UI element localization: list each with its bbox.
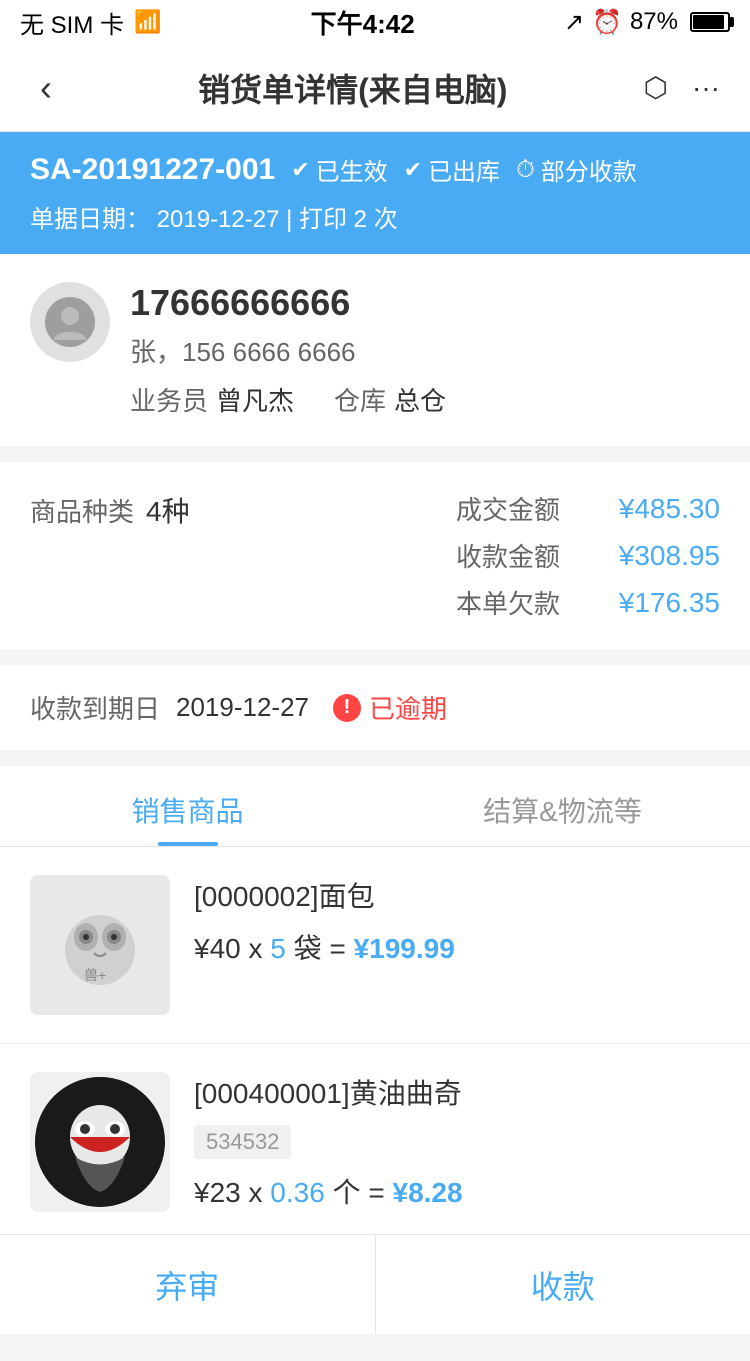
back-button[interactable]: ‹ [30,57,62,119]
product-tag-2: 534532 [194,1125,291,1159]
product-thumb-2 [30,1072,170,1212]
product-qty-1: 5 [270,933,286,964]
overdue-text: 已逾期 [369,689,447,726]
customer-section: 17666666666 张，156 6666 6666 业务员 曾凡杰 仓库 总… [0,254,750,446]
customer-meta: 业务员 曾凡杰 仓库 总仓 [130,381,720,418]
status-bar-time: 下午4:42 [311,4,415,41]
status-bar-left: 无 SIM 卡 📶 [20,5,161,40]
check-icon-2: ✔ [404,157,422,183]
receipt-row: 收款金额 ¥308.95 [456,537,720,574]
owe-row: 本单欠款 ¥176.35 [456,584,720,621]
status-shipped: ✔ 已出库 [404,152,500,187]
tabs-row: 销售商品 结算&物流等 [0,766,750,847]
tab-settlement-logistics[interactable]: 结算&物流等 [375,766,750,846]
nav-actions: ⬡ ··· [644,71,720,104]
salesman-label: 业务员 [130,381,208,418]
product-price-2: ¥23 x 0.36 个 = ¥8.28 [194,1171,720,1211]
status-partial-payment: ⏱ 部分收款 [516,152,637,187]
product-placeholder-1: 兽+ [30,875,170,1015]
product-name-2: [000400001]黄油曲奇 [194,1072,720,1112]
cancel-button[interactable]: 弃审 [0,1235,376,1334]
due-section: 收款到期日 2019-12-27 ! 已逾期 [0,665,750,750]
svg-text:兽+: 兽+ [84,967,106,983]
tabs-section: 销售商品 结算&物流等 [0,766,750,847]
wifi-icon: 📶 [134,9,161,35]
product-item-1: 兽+ [0000002]面包 ¥40 x 5 袋 = ¥199.99 [0,847,750,1044]
customer-info: 17666666666 张，156 6666 6666 业务员 曾凡杰 仓库 总… [130,282,720,418]
owe-amount: ¥176.35 [580,587,720,619]
product-total-2: ¥8.28 [393,1177,463,1208]
summary-right: 成交金额 ¥485.30 收款金额 ¥308.95 本单欠款 ¥176.35 [456,490,720,621]
receipt-amount: ¥308.95 [580,540,720,572]
summary-left: 商品种类 4种 [30,490,190,530]
product-total-1: ¥199.99 [354,933,455,964]
overdue-badge: ! 已逾期 [333,689,447,726]
location-icon: ↗ [564,8,584,37]
bottom-bar: 弃审 收款 [0,1234,750,1334]
product-price-1: ¥40 x 5 袋 = ¥199.99 [194,927,720,967]
salesman-value: 曾凡杰 [216,381,294,418]
more-icon[interactable]: ··· [692,72,720,104]
battery-icon [690,12,730,32]
type-label: 商品种类 [30,492,134,529]
type-count: 4种 [146,490,190,530]
receipt-label: 收款金额 [456,537,560,574]
status-effective: ✔ 已生效 [291,152,387,187]
battery-text: 87% [630,8,678,36]
summary-section: 商品种类 4种 成交金额 ¥485.30 收款金额 ¥308.95 本单欠款 ¥… [0,462,750,649]
order-header-top: SA-20191227-001 ✔ 已生效 ✔ 已出库 ⏱ 部分收款 [30,152,720,187]
alarm-icon: ⏰ [592,8,622,37]
warehouse-label: 仓库 [334,381,386,418]
product-thumb-1: 兽+ [30,875,170,1015]
order-id: SA-20191227-001 [30,153,275,187]
confirm-button[interactable]: 收款 [376,1235,750,1334]
product-name-1: [0000002]面包 [194,875,720,915]
warehouse-info: 仓库 总仓 [334,381,446,418]
product-item-2: [000400001]黄油曲奇 534532 ¥23 x 0.36 个 = ¥8… [0,1044,750,1241]
status-bar: 无 SIM 卡 📶 下午4:42 ↗ ⏰ 87% [0,0,750,44]
product-qty-2: 0.36 [270,1177,325,1208]
overdue-icon: ! [333,694,361,722]
salesman-info: 业务员 曾凡杰 [130,381,294,418]
product-list: 兽+ [0000002]面包 ¥40 x 5 袋 = ¥199.99 [0,847,750,1241]
deal-label: 成交金额 [456,490,560,527]
deal-amount: ¥485.30 [580,493,720,525]
clock-icon: ⏱ [516,156,535,184]
deal-row: 成交金额 ¥485.30 [456,490,720,527]
owe-label: 本单欠款 [456,584,560,621]
nav-bar: ‹ 销货单详情(来自电脑) ⬡ ··· [0,44,750,132]
product-details-1: [0000002]面包 ¥40 x 5 袋 = ¥199.99 [194,875,720,1015]
check-icon-1: ✔ [291,157,309,183]
order-date: 单据日期： 2019-12-27 | 打印 2 次 [30,199,720,234]
order-header: SA-20191227-001 ✔ 已生效 ✔ 已出库 ⏱ 部分收款 单据日期：… [0,132,750,254]
share-icon[interactable]: ⬡ [644,71,668,104]
avatar-icon [45,297,95,347]
warehouse-value: 总仓 [394,381,446,418]
status-bar-right: ↗ ⏰ 87% [564,8,730,37]
customer-id: 17666666666 [130,282,720,324]
product-type-row: 商品种类 4种 [30,490,190,530]
product-details-2: [000400001]黄油曲奇 534532 ¥23 x 0.36 个 = ¥8… [194,1072,720,1212]
avatar [30,282,110,362]
carrier-text: 无 SIM 卡 [20,5,124,40]
due-label: 收款到期日 [30,689,160,726]
product-circle-2 [35,1077,165,1207]
customer-name-phone: 张，156 6666 6666 [130,332,720,369]
due-date: 2019-12-27 [176,692,309,723]
tab-sales-products[interactable]: 销售商品 [0,766,375,846]
page-title: 销货单详情(来自电脑) [198,65,507,111]
